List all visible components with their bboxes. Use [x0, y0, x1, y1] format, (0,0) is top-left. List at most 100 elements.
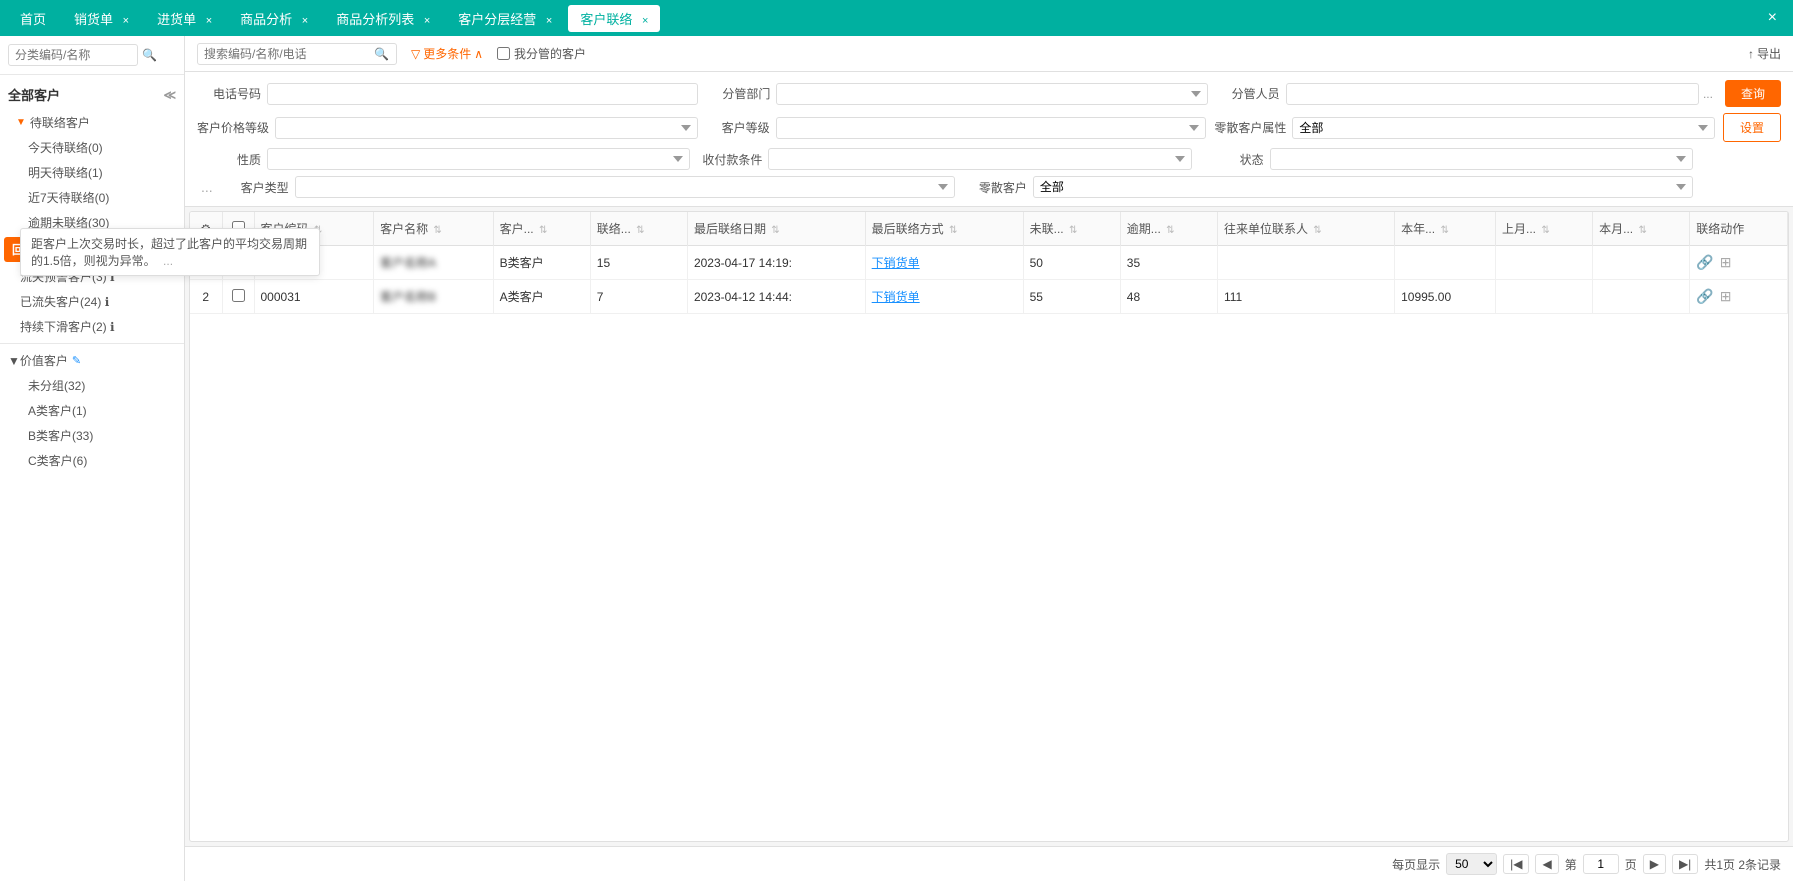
row2-overdue: 48: [1120, 280, 1217, 314]
gender-label: 性质: [197, 151, 267, 168]
filter-row-2: 客户价格等级 客户等级 零散客户属性 全部 设: [197, 113, 1781, 142]
nav-item-sales[interactable]: 销货单 ×: [62, 5, 141, 32]
my-customer-label: 我分管的客户: [514, 45, 586, 62]
sidebar-item-lost[interactable]: 已流失客户(24) ℹ: [0, 289, 184, 314]
my-customer-checkbox[interactable]: [497, 47, 510, 60]
col-company-contacts: 往来单位联系人 ⇅: [1217, 212, 1394, 246]
page-input[interactable]: [1583, 854, 1619, 874]
nav-item-analysis-list[interactable]: 商品分析列表 ×: [324, 5, 442, 32]
sidebar-item-class-a[interactable]: A类客户(1): [0, 398, 184, 423]
export-btn[interactable]: ↑ 导出: [1748, 45, 1781, 62]
sidebar-pending-header[interactable]: ▼ 待联络客户: [8, 110, 184, 135]
payment-select[interactable]: [768, 148, 1191, 170]
row2-link-icon[interactable]: 🔗: [1696, 288, 1713, 305]
sort-method-icon[interactable]: ⇅: [949, 225, 957, 236]
nav-item-customer-tier[interactable]: 客户分层经营 ×: [446, 5, 564, 32]
retail-attr-select[interactable]: 全部: [1292, 117, 1715, 139]
row1-actions: 🔗 ⊞: [1690, 246, 1788, 280]
person-dots-icon[interactable]: ...: [1699, 87, 1717, 101]
customer-level-label: 客户等级: [706, 119, 776, 136]
query-button[interactable]: 查询: [1725, 80, 1781, 107]
window-close-icon[interactable]: ×: [1760, 5, 1785, 31]
arrow-down-icon: ▼: [16, 117, 26, 128]
sidebar-divider: [0, 343, 184, 344]
sidebar-all-customers[interactable]: 全部客户 ≪: [0, 79, 184, 110]
filter-row-3: 性质 收付款条件 状态: [197, 148, 1781, 170]
next-page-btn[interactable]: ▶: [1643, 854, 1666, 874]
page-size-select[interactable]: 50 20 100: [1446, 853, 1497, 875]
filter-btn[interactable]: ▽ 更多条件 ∧: [405, 42, 489, 65]
phone-input[interactable]: [267, 83, 698, 105]
customer-level-select[interactable]: [776, 117, 1207, 139]
close-purchase-icon[interactable]: ×: [206, 15, 212, 27]
search-input[interactable]: [204, 47, 374, 61]
sidebar-item-tomorrow[interactable]: 明天待联络(1): [8, 160, 184, 185]
row1-grid-icon[interactable]: ⊞: [1720, 254, 1732, 271]
nav-item-purchase[interactable]: 进货单 ×: [145, 5, 224, 32]
status-select[interactable]: [1270, 148, 1693, 170]
col-actions: 联络动作: [1690, 212, 1788, 246]
search-icon[interactable]: 🔍: [374, 47, 389, 61]
sidebar-tree: 全部客户 ≪ ▼ 待联络客户 今天待联络(0) 明天待联络(1) 近7天待联络(…: [0, 75, 184, 881]
close-analysis-list-icon[interactable]: ×: [424, 15, 430, 27]
row1-last-method: 下销货单: [865, 246, 1023, 280]
payment-label: 收付款条件: [698, 151, 768, 168]
sort-overdue-icon[interactable]: ⇅: [1166, 225, 1174, 236]
close-analysis-icon[interactable]: ×: [302, 15, 308, 27]
last-page-btn[interactable]: ▶|: [1672, 854, 1698, 874]
per-page-label: 每页显示: [1392, 856, 1440, 873]
chevron-up-icon: ∧: [474, 47, 483, 61]
sidebar-item-today[interactable]: 今天待联络(0): [8, 135, 184, 160]
total-label: 共1页 2条记录: [1704, 856, 1781, 873]
sidebar-item-ungrouped[interactable]: 未分组(32): [0, 373, 184, 398]
prev-page-btn[interactable]: ◀: [1535, 854, 1558, 874]
row2-checkbox[interactable]: [232, 289, 245, 302]
top-toolbar: 🔍 ▽ 更多条件 ∧ 我分管的客户 ↑ 导出: [185, 36, 1793, 72]
main-layout: 🔍 全部客户 ≪ ▼ 待联络客户 今天待联络(0) 明天待联络(1) 近7天待联…: [0, 36, 1793, 881]
row2-company-contacts: 111: [1217, 280, 1394, 314]
filter-row-1: 电话号码 分管部门 分管人员 ... 查询: [197, 80, 1781, 107]
price-level-select[interactable]: [275, 117, 698, 139]
col-overdue: 逾期... ⇅: [1120, 212, 1217, 246]
sort-uncontacted-icon[interactable]: ⇅: [1069, 225, 1077, 236]
row2-checkbox-cell: [222, 280, 254, 314]
sidebar-value-group-header[interactable]: ▼ 价值客户 ✎: [0, 348, 184, 373]
customer-type-select[interactable]: [295, 176, 955, 198]
sidebar-item-class-c[interactable]: C类客户(6): [0, 448, 184, 473]
close-customer-contact-icon[interactable]: ×: [642, 15, 648, 27]
row1-link-icon[interactable]: 🔗: [1696, 254, 1713, 271]
retail-customer-select[interactable]: 全部: [1033, 176, 1693, 198]
sort-month-icon[interactable]: ⇅: [1638, 225, 1646, 236]
sidebar-search-icon[interactable]: 🔍: [142, 48, 157, 62]
sort-name-icon[interactable]: ⇅: [433, 225, 441, 236]
row2-method-link[interactable]: 下销货单: [872, 290, 920, 304]
dept-select[interactable]: [776, 83, 1207, 105]
sort-lastmonth-icon[interactable]: ⇅: [1541, 225, 1549, 236]
first-page-btn[interactable]: |◀: [1503, 854, 1529, 874]
row1-method-link[interactable]: 下销货单: [872, 256, 920, 270]
gender-select[interactable]: [267, 148, 690, 170]
filter-price-level: 客户价格等级: [197, 117, 698, 139]
edit-icon[interactable]: ✎: [72, 354, 81, 367]
sidebar-collapse-icon[interactable]: ≪: [163, 88, 176, 102]
row2-grid-icon[interactable]: ⊞: [1720, 288, 1732, 305]
sort-type-icon[interactable]: ⇅: [539, 225, 547, 236]
row2-current-month: [1593, 280, 1690, 314]
row4-dots-icon[interactable]: ...: [197, 179, 217, 195]
sidebar-item-declining[interactable]: 持续下滑客户(2) ℹ: [0, 314, 184, 339]
sort-company-icon[interactable]: ⇅: [1313, 225, 1321, 236]
my-customer-check[interactable]: 我分管的客户: [497, 45, 586, 62]
nav-item-home[interactable]: 首页: [8, 5, 58, 32]
sidebar-search-input[interactable]: [8, 44, 138, 66]
sort-date-icon[interactable]: ⇅: [771, 225, 779, 236]
close-sales-icon[interactable]: ×: [123, 15, 129, 27]
nav-item-analysis[interactable]: 商品分析 ×: [228, 5, 320, 32]
sort-year-icon[interactable]: ⇅: [1440, 225, 1448, 236]
settings-button[interactable]: 设置: [1723, 113, 1781, 142]
close-customer-tier-icon[interactable]: ×: [546, 15, 552, 27]
sidebar-item-class-b[interactable]: B类客户(33): [0, 423, 184, 448]
nav-item-customer-contact[interactable]: 客户联络 ×: [568, 5, 660, 32]
sort-contact-icon[interactable]: ⇅: [636, 225, 644, 236]
sidebar-item-7days[interactable]: 近7天待联络(0): [8, 185, 184, 210]
person-input[interactable]: [1286, 83, 1699, 105]
